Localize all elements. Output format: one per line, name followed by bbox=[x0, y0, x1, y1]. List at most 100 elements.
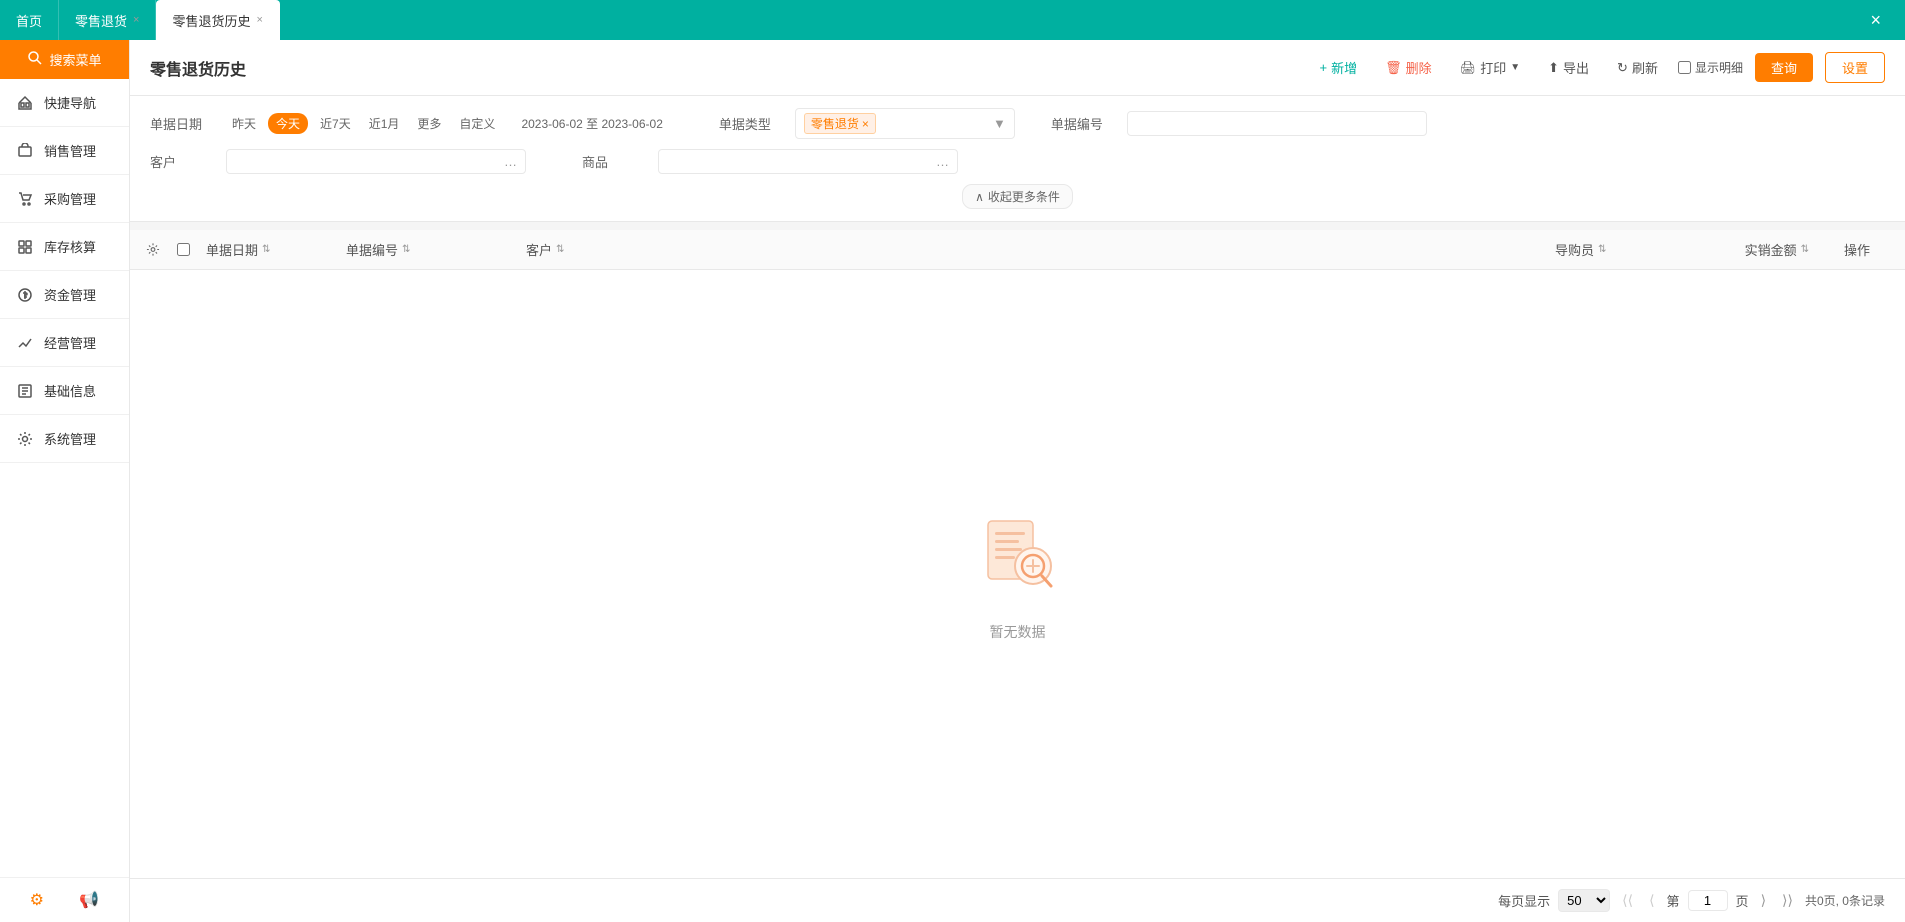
goods-input-wrapper: … bbox=[658, 149, 958, 174]
date-shortcuts: 昨天 今天 近7天 近1月 更多 自定义 bbox=[226, 113, 501, 134]
tab-home[interactable]: 首页 bbox=[0, 0, 59, 40]
sidebar-item-sales-mgmt[interactable]: 销售管理 bbox=[0, 127, 129, 175]
sidebar-item-basic-info-label: 基础信息 bbox=[44, 381, 96, 400]
date-range-value: 2023-06-02 至 2023-06-02 bbox=[521, 115, 662, 132]
first-page-button[interactable]: ⟨⟨ bbox=[1618, 890, 1637, 911]
sidebar: 搜索菜单 快捷导航 销售管理 bbox=[0, 40, 130, 922]
sidebar-item-quick-nav[interactable]: 快捷导航 bbox=[0, 79, 129, 127]
empty-icon bbox=[968, 506, 1068, 606]
tab-retail-return-history-close[interactable]: × bbox=[256, 14, 262, 26]
goods-filter-label: 商品 bbox=[582, 152, 642, 171]
collapse-button[interactable]: ∧ 收起更多条件 bbox=[962, 184, 1073, 209]
settings-button[interactable]: 设置 bbox=[1825, 52, 1885, 83]
th-amount-label: 实销金额 bbox=[1745, 240, 1797, 259]
sidebar-item-system-label: 系统管理 bbox=[44, 429, 96, 448]
export-button[interactable]: ⬆ 导出 bbox=[1540, 54, 1597, 81]
page-title: 零售退货历史 bbox=[150, 56, 246, 80]
pagination: 每页显示 50 10 20 100 ⟨⟨ ⟨ 第 页 ⟩ ⟩⟩ 共0页, 0条记… bbox=[130, 878, 1905, 922]
per-page-select[interactable]: 50 10 20 100 bbox=[1558, 889, 1610, 912]
sidebar-item-operations[interactable]: 经营管理 bbox=[0, 319, 129, 367]
bill-type-select[interactable]: 零售退货 × ▼ bbox=[795, 108, 1015, 139]
settings-gear-icon[interactable]: ⚙ bbox=[30, 890, 44, 910]
th-customer[interactable]: 客户 ⇅ bbox=[518, 240, 1547, 259]
per-page-label: 每页显示 bbox=[1498, 891, 1550, 910]
show-detail-checkbox-label[interactable]: 显示明细 bbox=[1678, 59, 1743, 76]
goods-dots-button[interactable]: … bbox=[936, 154, 949, 169]
inventory-icon bbox=[16, 238, 34, 256]
date-shortcut-1month[interactable]: 近1月 bbox=[363, 113, 406, 134]
add-icon: + bbox=[1320, 60, 1328, 75]
speaker-icon[interactable]: 📢 bbox=[79, 890, 99, 910]
th-amount[interactable]: 实销金额 ⇅ bbox=[1697, 240, 1817, 259]
date-shortcut-today[interactable]: 今天 bbox=[268, 113, 308, 134]
bill-type-tag-remove[interactable]: × bbox=[862, 117, 869, 131]
collapse-row: ∧ 收起更多条件 bbox=[150, 184, 1885, 209]
add-button[interactable]: + 新增 bbox=[1312, 54, 1366, 81]
bill-type-arrow-icon: ▼ bbox=[993, 116, 1006, 131]
bill-no-input[interactable] bbox=[1127, 111, 1427, 136]
table-header: 单据日期 ⇅ 单据编号 ⇅ 客户 ⇅ 导购员 ⇅ 实销金额 ⇅ bbox=[130, 230, 1905, 270]
date-shortcut-custom[interactable]: 自定义 bbox=[453, 113, 501, 134]
sidebar-item-system[interactable]: 系统管理 bbox=[0, 415, 129, 463]
next-page-button[interactable]: ⟩ bbox=[1757, 890, 1770, 911]
tab-retail-return[interactable]: 零售退货 × bbox=[59, 0, 156, 40]
tab-retail-return-close[interactable]: × bbox=[133, 14, 139, 26]
empty-text: 暂无数据 bbox=[990, 622, 1046, 642]
th-customer-sort-icon: ⇅ bbox=[556, 244, 564, 255]
finance-icon bbox=[16, 286, 34, 304]
th-date-sort-icon: ⇅ bbox=[262, 244, 270, 255]
collapse-up-icon: ∧ bbox=[975, 190, 984, 204]
query-button[interactable]: 查询 bbox=[1755, 53, 1813, 82]
th-settings[interactable] bbox=[138, 242, 168, 257]
sidebar-item-inventory[interactable]: 库存核算 bbox=[0, 223, 129, 271]
empty-state: 暂无数据 bbox=[130, 270, 1905, 878]
goods-input[interactable] bbox=[667, 154, 932, 169]
page-number-input[interactable] bbox=[1688, 890, 1728, 911]
header-actions: + 新增 🗑 删除 🖨 打印 ▼ ⬆ 导出 ↻ bbox=[1312, 52, 1885, 83]
bill-type-label: 单据类型 bbox=[719, 114, 779, 133]
sidebar-item-finance[interactable]: 资金管理 bbox=[0, 271, 129, 319]
th-guide[interactable]: 导购员 ⇅ bbox=[1547, 240, 1697, 259]
date-shortcut-yesterday[interactable]: 昨天 bbox=[226, 113, 262, 134]
topbar-right: × bbox=[1862, 10, 1905, 31]
date-shortcut-7days[interactable]: 近7天 bbox=[314, 113, 357, 134]
tab-retail-return-label: 零售退货 bbox=[75, 11, 127, 30]
delete-button[interactable]: 🗑 删除 bbox=[1377, 54, 1440, 81]
customer-input[interactable] bbox=[235, 154, 500, 169]
th-action: 操作 bbox=[1817, 240, 1897, 259]
filter-row-2: 客户 … 商品 … bbox=[150, 149, 1885, 174]
customer-dots-button[interactable]: … bbox=[504, 154, 517, 169]
bill-type-tag-text: 零售退货 bbox=[811, 115, 859, 132]
tab-list: 首页 零售退货 × 零售退货历史 × bbox=[0, 0, 1862, 40]
add-label: 新增 bbox=[1331, 58, 1357, 77]
print-button[interactable]: 🖨 打印 ▼ bbox=[1452, 54, 1528, 81]
show-detail-checkbox[interactable] bbox=[1678, 61, 1691, 74]
filter-area: 单据日期 昨天 今天 近7天 近1月 更多 自定义 2023-06-02 至 2… bbox=[130, 96, 1905, 222]
home-icon bbox=[16, 94, 34, 112]
sidebar-search-label: 搜索菜单 bbox=[49, 50, 101, 69]
page-unit: 页 bbox=[1736, 891, 1749, 910]
refresh-button[interactable]: ↻ 刷新 bbox=[1609, 54, 1666, 81]
tab-retail-return-history[interactable]: 零售退货历史 × bbox=[156, 0, 279, 40]
basic-info-icon bbox=[16, 382, 34, 400]
page-header: 零售退货历史 + 新增 🗑 删除 🖨 打印 ▼ ⬆ 导出 bbox=[130, 40, 1905, 96]
th-bill-no[interactable]: 单据编号 ⇅ bbox=[338, 240, 518, 259]
th-amount-sort-icon: ⇅ bbox=[1801, 244, 1809, 255]
page-label: 第 bbox=[1667, 891, 1680, 910]
select-all-checkbox[interactable] bbox=[177, 243, 190, 256]
th-checkbox[interactable] bbox=[168, 243, 198, 256]
th-bill-no-sort-icon: ⇅ bbox=[402, 244, 410, 255]
last-page-button[interactable]: ⟩⟩ bbox=[1778, 890, 1797, 911]
sidebar-item-purchase-mgmt[interactable]: 采购管理 bbox=[0, 175, 129, 223]
total-info: 共0页, 0条记录 bbox=[1805, 892, 1885, 909]
prev-page-button[interactable]: ⟨ bbox=[1645, 890, 1658, 911]
window-close-button[interactable]: × bbox=[1862, 10, 1889, 31]
table-area: 单据日期 ⇅ 单据编号 ⇅ 客户 ⇅ 导购员 ⇅ 实销金额 ⇅ bbox=[130, 230, 1905, 922]
date-shortcut-more[interactable]: 更多 bbox=[411, 113, 447, 134]
operations-icon bbox=[16, 334, 34, 352]
th-date[interactable]: 单据日期 ⇅ bbox=[198, 240, 338, 259]
sidebar-item-basic-info[interactable]: 基础信息 bbox=[0, 367, 129, 415]
th-bill-no-label: 单据编号 bbox=[346, 240, 398, 259]
sidebar-search[interactable]: 搜索菜单 bbox=[0, 40, 129, 79]
th-date-label: 单据日期 bbox=[206, 240, 258, 259]
